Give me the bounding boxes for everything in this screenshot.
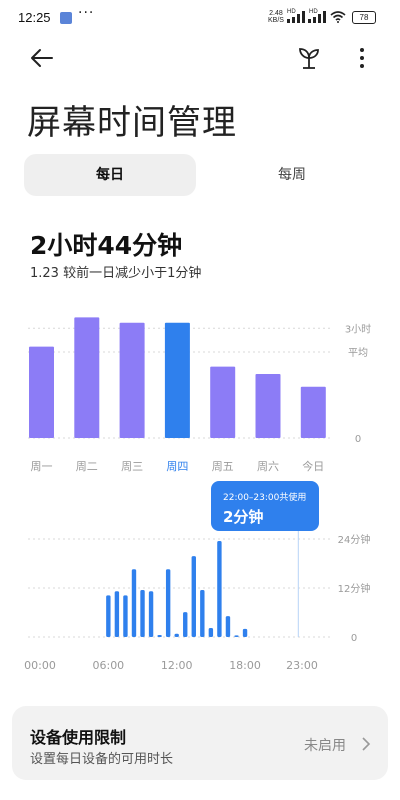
network-speed-value: 2.48 — [269, 10, 283, 17]
weekly-bar — [300, 386, 326, 438]
weekly-y-tick-label: 0 — [355, 434, 361, 445]
hourly-bar — [123, 595, 128, 637]
hourly-bar — [148, 591, 154, 637]
weekly-bar — [74, 317, 100, 438]
weekly-y-tick-label: 3小时 — [345, 323, 371, 335]
more-notifications-icon: ··· — [78, 5, 95, 21]
weekly-x-tick-label: 周三 — [121, 460, 143, 473]
hourly-x-tick-label: 18:00 — [229, 659, 261, 672]
wifi-icon — [330, 11, 346, 23]
tab-weekly[interactable]: 每周 — [206, 154, 378, 196]
hourly-bar — [217, 541, 222, 637]
hourly-x-tick-label: 00:00 — [24, 659, 56, 672]
hourly-bar — [183, 612, 188, 637]
tab-daily[interactable]: 每日 — [24, 154, 196, 196]
notification-app-icon — [60, 12, 72, 24]
weekly-y-tick-label: 平均 — [348, 347, 368, 359]
weekly-bar — [210, 366, 236, 438]
network-speed-unit: KB/S — [268, 17, 284, 24]
hourly-bar — [140, 590, 145, 637]
hourly-bar — [174, 633, 179, 637]
device-limit-title: 设备使用限制 — [30, 728, 127, 747]
weekly-x-tick-label: 周五 — [212, 460, 234, 473]
hourly-bar — [165, 569, 171, 637]
hourly-bar — [191, 556, 196, 637]
hourly-bar — [200, 590, 205, 637]
weekly-x-tick-label: 周二 — [76, 460, 98, 473]
device-limit-status: 未启用 — [304, 738, 346, 754]
hourly-bar — [131, 569, 137, 637]
usage-charts: 3小时平均 0 周一 周二 周三 周四 周五 周六 今日 24分钟 12分钟 0 00:00 06:00… — [24, 317, 371, 672]
total-screen-time: 2小时44分钟 — [30, 231, 183, 260]
status-time: 12:25 — [18, 10, 51, 25]
hourly-y-tick-label: 12分钟 — [338, 582, 371, 595]
weekly-bar — [119, 322, 145, 438]
more-options-icon[interactable] — [352, 46, 372, 70]
back-arrow-icon[interactable] — [28, 44, 56, 72]
hourly-x-tick-label: 23:00 — [286, 659, 318, 672]
hourly-bar — [242, 628, 248, 637]
hourly-y-tick-label: 0 — [351, 633, 357, 644]
hourly-bar — [234, 635, 239, 637]
weekly-x-tick-label: 今日 — [302, 459, 324, 473]
hourly-bar — [114, 591, 120, 637]
network-speed: 2.48 KB/S — [268, 10, 284, 24]
hourly-x-tick-label: 12:00 — [161, 659, 193, 672]
plant-icon[interactable] — [298, 46, 320, 70]
weekly-bar — [255, 374, 281, 438]
weekly-bar — [29, 346, 54, 438]
hourly-bar — [157, 634, 162, 637]
tooltip-value: 2分钟 — [223, 508, 264, 526]
page-title: 屏幕时间管理 — [27, 103, 237, 143]
weekly-bar — [164, 322, 190, 438]
hourly-bar — [225, 616, 231, 637]
hourly-usage-chart: 24分钟 12分钟 0 00:00 06:00 12:00 18:00 23:00 — [24, 531, 370, 672]
weekly-usage-chart: 3小时平均 0 周一 周二 周三 周四 周五 周六 今日 — [28, 317, 371, 473]
weekly-x-tick-label: 周一 — [31, 460, 53, 473]
device-limit-subtitle: 设置每日设备的可用时长 — [30, 752, 174, 767]
hourly-bar — [208, 628, 214, 637]
hourly-x-tick-label: 06:00 — [92, 659, 124, 672]
weekly-x-tick-label: 周六 — [257, 460, 279, 473]
status-bar: 12:25 ··· 2.48 KB/S HD HD 78 — [0, 0, 400, 36]
hourly-y-tick-label: 24分钟 — [338, 533, 371, 546]
period-tabs: 每日 每周 — [24, 154, 378, 196]
compare-text: 1.23 较前一日减少小于1分钟 — [30, 266, 202, 281]
battery-indicator: 78 — [352, 11, 376, 24]
hourly-bar — [106, 595, 111, 637]
tooltip-range: 22:00–23:00共使用 — [223, 493, 307, 503]
device-limit-card[interactable]: 设备使用限制 设置每日设备的可用时长 未启用 — [12, 706, 388, 780]
usage-tooltip: 22:00–23:00共使用 2分钟 — [211, 481, 319, 531]
weekly-x-tick-label: 周四 — [166, 460, 188, 473]
chevron-right-icon — [362, 737, 371, 751]
